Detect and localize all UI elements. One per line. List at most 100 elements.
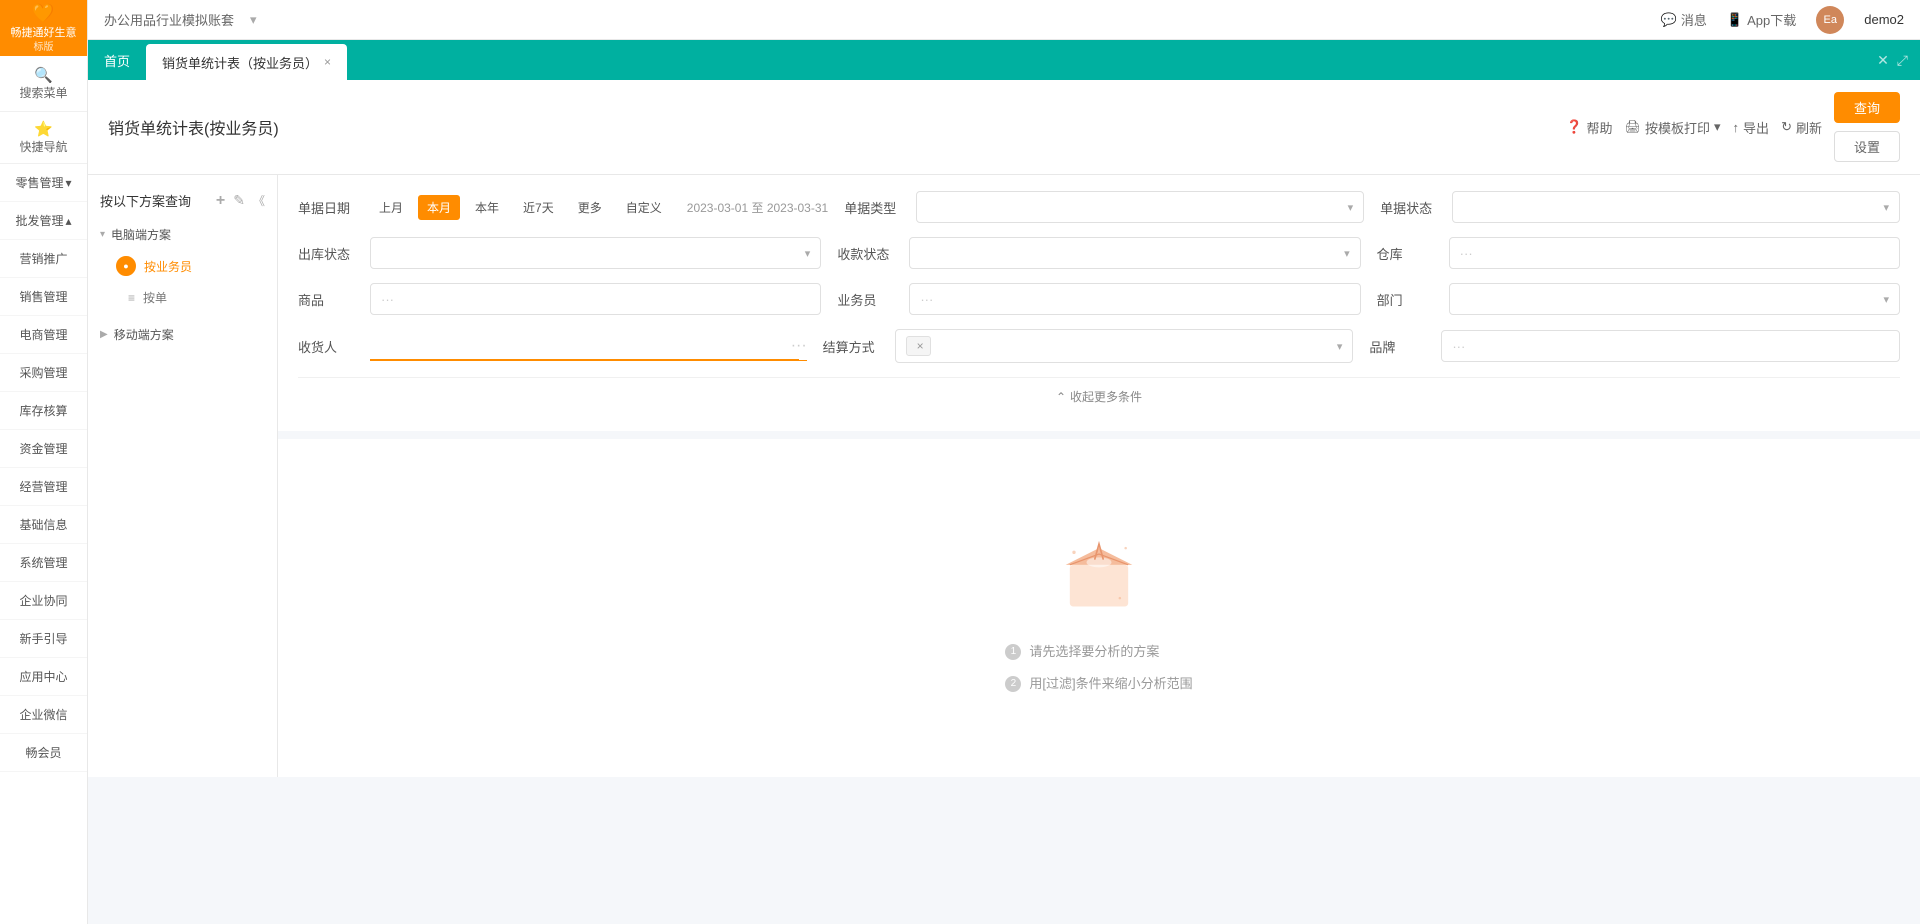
home-tab-label: 首页 bbox=[104, 51, 130, 70]
desktop-section: ▾ 电脑端方案 ● 按业务员 ≡ 按单 bbox=[88, 216, 277, 316]
print-btn[interactable]: 🖨 按模板打印 ▾ bbox=[1624, 118, 1720, 137]
export-btn[interactable]: ↑ 导出 bbox=[1733, 118, 1770, 137]
sidebar-item-newbie[interactable]: 新手引导 bbox=[0, 620, 87, 658]
sub-scheme-icon: ≡ bbox=[128, 291, 135, 305]
newbie-label: 新手引导 bbox=[19, 630, 67, 647]
add-scheme-icon[interactable]: + bbox=[216, 192, 225, 210]
operations-label: 经营管理 bbox=[19, 478, 67, 495]
collapse-panel-icon[interactable]: 《 bbox=[253, 192, 265, 210]
empty-tip-1-text: 请先选择要分析的方案 bbox=[1029, 639, 1159, 665]
member-label: 畅会员 bbox=[25, 744, 61, 761]
date-label: 单据日期 bbox=[298, 198, 354, 217]
panel-header: 按以下方案查询 + ✎ 《 bbox=[88, 185, 277, 216]
sidebar-item-operations[interactable]: 经营管理 bbox=[0, 468, 87, 506]
collapse-more-btn[interactable]: ⌃ 收起更多条件 bbox=[298, 377, 1900, 415]
filter-row-3: 商品 ··· 业务员 ··· 部门 ▾ bbox=[298, 283, 1900, 315]
user-avatar-initials: Ea bbox=[1824, 14, 1837, 26]
date-tab-this-month[interactable]: 本月 bbox=[418, 195, 460, 220]
help-label: 帮助 bbox=[1586, 118, 1612, 137]
settings-button[interactable]: 设置 bbox=[1834, 131, 1900, 162]
quick-nav[interactable]: ⭐ 快捷导航 bbox=[0, 112, 87, 164]
purchase-label: 采购管理 bbox=[19, 364, 67, 381]
sidebar-item-sales[interactable]: 销售管理 bbox=[0, 278, 87, 316]
date-tab-7days[interactable]: 近7天 bbox=[514, 195, 563, 220]
scheme-by-order[interactable]: ≡ 按单 bbox=[88, 283, 277, 312]
filter-row-1: 单据日期 上月 本月 本年 近7天 更多 自定义 2023-03-01 至 20… bbox=[298, 191, 1900, 223]
refresh-btn[interactable]: ↻ 刷新 bbox=[1781, 118, 1822, 137]
date-tab-custom[interactable]: 自定义 bbox=[617, 195, 671, 220]
empty-tip-1: 1 请先选择要分析的方案 bbox=[1005, 639, 1192, 665]
doc-status-select[interactable]: ▾ bbox=[1452, 191, 1900, 223]
retail-label: 零售管理 bbox=[15, 174, 63, 191]
chevron-down-icon: ▾ bbox=[65, 176, 71, 190]
settlement-tag-remove[interactable]: × bbox=[917, 339, 924, 353]
sales-label: 销售管理 bbox=[19, 288, 67, 305]
consignee-dots[interactable]: ··· bbox=[791, 337, 807, 355]
sidebar-item-wholesale[interactable]: 批发管理 ▴ bbox=[0, 202, 87, 240]
collapse-arrow-icon: ⌃ bbox=[1056, 390, 1066, 404]
date-range: 2023-03-01 至 2023-03-31 bbox=[687, 199, 828, 216]
consignee-input[interactable] bbox=[370, 332, 799, 360]
sidebar-item-purchase[interactable]: 采购管理 bbox=[0, 354, 87, 392]
sidebar-item-basic[interactable]: 基础信息 bbox=[0, 506, 87, 544]
active-tab-label: 销货单统计表（按业务员） bbox=[162, 53, 318, 72]
sidebar-item-marketing[interactable]: 营销推广 bbox=[0, 240, 87, 278]
query-button[interactable]: 查询 bbox=[1834, 92, 1900, 123]
sidebar-item-wechat[interactable]: 企业微信 bbox=[0, 696, 87, 734]
scheme-by-salesperson[interactable]: ● 按业务员 bbox=[88, 249, 277, 283]
tab-bar: 首页 销货单统计表（按业务员） × ✕ ⤢ bbox=[88, 40, 1920, 80]
sidebar-item-ecommerce[interactable]: 电商管理 bbox=[0, 316, 87, 354]
user-name[interactable]: demo2 bbox=[1864, 12, 1904, 27]
dropdown-icon[interactable]: ▾ bbox=[250, 12, 257, 28]
sidebar-item-apps[interactable]: 应用中心 bbox=[0, 658, 87, 696]
tab-home[interactable]: 首页 bbox=[88, 40, 146, 80]
help-btn[interactable]: ❓ 帮助 bbox=[1566, 118, 1612, 137]
settlement-tag: × bbox=[906, 336, 931, 356]
wholesale-label: 批发管理 bbox=[15, 212, 63, 229]
desktop-section-title[interactable]: ▾ 电脑端方案 bbox=[88, 220, 277, 249]
date-tab-this-year[interactable]: 本年 bbox=[466, 195, 508, 220]
search-menu[interactable]: 🔍 搜索菜单 bbox=[0, 56, 87, 112]
page-content: 销货单统计表(按业务员) ❓ 帮助 🖨 按模板打印 ▾ ↑ 导出 ↻ 刷新 bbox=[88, 80, 1920, 924]
empty-state: 1 请先选择要分析的方案 2 用[过滤]条件来缩小分析范围 bbox=[278, 439, 1920, 777]
logo-icon: 🧡 bbox=[32, 1, 54, 26]
payment-status-arrow: ▾ bbox=[1344, 247, 1350, 260]
app-logo: 🧡 畅捷通好生意 标版 bbox=[0, 0, 87, 56]
panel-title: 按以下方案查询 bbox=[100, 191, 191, 210]
salesperson-dots: ··· bbox=[920, 292, 933, 307]
sidebar-item-member[interactable]: 畅会员 bbox=[0, 734, 87, 772]
payment-status-select[interactable]: ▾ bbox=[909, 237, 1360, 269]
brand-dots: ··· bbox=[1452, 339, 1465, 354]
empty-tips: 1 请先选择要分析的方案 2 用[过滤]条件来缩小分析范围 bbox=[1005, 639, 1192, 697]
message-icon: 💬 bbox=[1661, 12, 1677, 28]
close-window-icon[interactable]: ✕ bbox=[1877, 52, 1889, 69]
basic-label: 基础信息 bbox=[19, 516, 67, 533]
system-label: 系统管理 bbox=[19, 554, 67, 571]
salesperson-select[interactable]: ··· bbox=[909, 283, 1360, 315]
sidebar-item-inventory[interactable]: 库存核算 bbox=[0, 392, 87, 430]
phone-icon: 📱 bbox=[1727, 12, 1743, 28]
mobile-section-title[interactable]: ▶ 移动端方案 bbox=[88, 320, 277, 349]
edit-scheme-icon[interactable]: ✎ bbox=[233, 192, 245, 210]
message-btn[interactable]: 💬 消息 bbox=[1661, 10, 1707, 29]
doc-type-select[interactable]: ▾ bbox=[916, 191, 1364, 223]
goods-select[interactable]: ··· bbox=[370, 283, 821, 315]
warehouse-select[interactable]: ··· bbox=[1449, 237, 1900, 269]
sidebar-item-enterprise[interactable]: 企业协同 bbox=[0, 582, 87, 620]
tab-active[interactable]: 销货单统计表（按业务员） × bbox=[146, 44, 347, 80]
brand-select[interactable]: ··· bbox=[1441, 330, 1900, 362]
settlement-select[interactable]: × ▾ bbox=[895, 329, 1354, 363]
app-download-btn[interactable]: 📱 App下载 bbox=[1727, 10, 1796, 29]
sidebar-item-system[interactable]: 系统管理 bbox=[0, 544, 87, 582]
dept-select[interactable]: ▾ bbox=[1449, 283, 1900, 315]
date-tab-last-month[interactable]: 上月 bbox=[370, 195, 412, 220]
body-area: 按以下方案查询 + ✎ 《 ▾ 电脑端方案 ● 按业务员 bbox=[88, 175, 1920, 777]
date-tab-more[interactable]: 更多 bbox=[569, 195, 611, 220]
sidebar-item-finance[interactable]: 资金管理 bbox=[0, 430, 87, 468]
maximize-window-icon[interactable]: ⤢ bbox=[1897, 52, 1908, 69]
user-avatar[interactable]: Ea bbox=[1816, 6, 1844, 34]
sidebar-item-retail[interactable]: 零售管理 ▾ bbox=[0, 164, 87, 202]
out-status-select[interactable]: ▾ bbox=[370, 237, 821, 269]
app-name: 畅捷通好生意 bbox=[11, 26, 77, 40]
tab-close-icon[interactable]: × bbox=[324, 55, 331, 69]
